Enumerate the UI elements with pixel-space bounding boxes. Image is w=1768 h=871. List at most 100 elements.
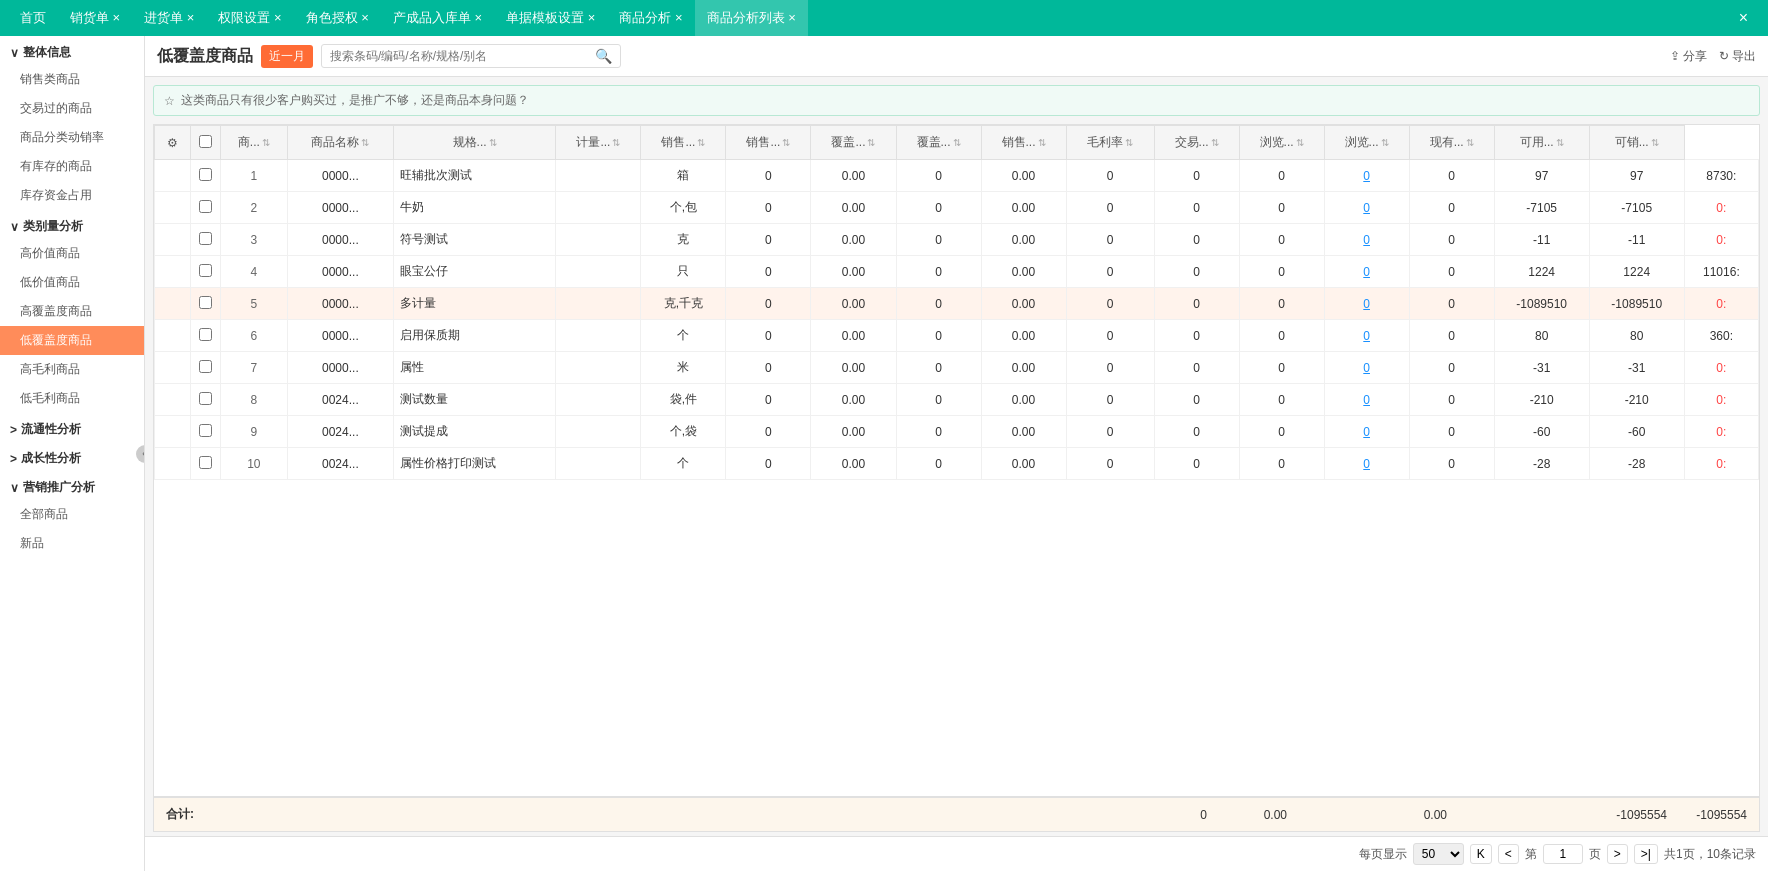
page-size-select[interactable]: 50100200: [1413, 843, 1464, 865]
col-sales-amt[interactable]: 销售...⇅: [726, 126, 811, 160]
nav-sales[interactable]: 销货单 ×: [58, 0, 132, 36]
col-settings[interactable]: ⚙: [155, 126, 191, 160]
row-view-cnt[interactable]: 0: [1324, 160, 1409, 192]
col-view-rate[interactable]: 浏览...⇅: [1324, 126, 1409, 160]
col-sales-days[interactable]: 销售...⇅: [981, 126, 1066, 160]
sidebar-group-marketing[interactable]: ∨ 营销推广分析: [0, 471, 144, 500]
row-cover-rate: 0.00: [981, 224, 1066, 256]
col-gross-rate[interactable]: 毛利率⇅: [1066, 126, 1154, 160]
col-unit[interactable]: 计量...⇅: [556, 126, 641, 160]
row-checkbox[interactable]: [199, 328, 212, 341]
row-sales-amt: 0.00: [811, 224, 896, 256]
col-checkbox[interactable]: [190, 126, 220, 160]
search-input[interactable]: [330, 49, 595, 63]
row-checkbox-cell[interactable]: [190, 320, 220, 352]
time-filter-button[interactable]: 近一月: [261, 45, 313, 68]
col-cover-num[interactable]: 覆盖...⇅: [811, 126, 896, 160]
row-checkbox-cell[interactable]: [190, 448, 220, 480]
col-name[interactable]: 商品名称⇅: [287, 126, 393, 160]
col-spec[interactable]: 规格...⇅: [393, 126, 556, 160]
row-view-cnt[interactable]: 0: [1324, 352, 1409, 384]
sidebar-group-category-analysis[interactable]: ∨ 类别量分析: [0, 210, 144, 239]
table-row: 4 0000... 眼宝公仔 只 0 0.00 0 0.00 0 0 0 0 0…: [155, 256, 1759, 288]
sidebar-item-inventory-products[interactable]: 有库存的商品: [0, 152, 144, 181]
row-unit: 个,袋: [641, 416, 726, 448]
row-view-cnt[interactable]: 0: [1324, 384, 1409, 416]
col-cover-rate[interactable]: 覆盖...⇅: [896, 126, 981, 160]
select-all-checkbox[interactable]: [199, 135, 212, 148]
sidebar-item-low-value[interactable]: 低价值商品: [0, 268, 144, 297]
row-name: 牛奶: [393, 192, 556, 224]
col-sales-qty[interactable]: 销售...⇅: [641, 126, 726, 160]
row-checkbox[interactable]: [199, 424, 212, 437]
sidebar-item-category-turnover[interactable]: 商品分类动销率: [0, 123, 144, 152]
first-page-button[interactable]: K: [1470, 844, 1492, 864]
table-body: 1 0000... 旺辅批次测试 箱 0 0.00 0 0.00 0 0 0 0…: [155, 160, 1759, 480]
row-checkbox-cell[interactable]: [190, 192, 220, 224]
row-checkbox-cell[interactable]: [190, 384, 220, 416]
row-checkbox[interactable]: [199, 392, 212, 405]
row-trade-cnt: 0: [1239, 256, 1324, 288]
nav-finished-goods[interactable]: 产成品入库单 ×: [381, 0, 494, 36]
sidebar-item-high-value[interactable]: 高价值商品: [0, 239, 144, 268]
nav-templates[interactable]: 单据模板设置 ×: [494, 0, 607, 36]
prev-page-button[interactable]: <: [1498, 844, 1519, 864]
col-avail-qty[interactable]: 可用...⇅: [1494, 126, 1589, 160]
sidebar-item-low-coverage[interactable]: 低覆盖度商品: [0, 326, 144, 355]
row-view-cnt[interactable]: 0: [1324, 192, 1409, 224]
row-checkbox[interactable]: [199, 200, 212, 213]
row-view-cnt[interactable]: 0: [1324, 448, 1409, 480]
row-checkbox-cell[interactable]: [190, 224, 220, 256]
sidebar-item-all-products[interactable]: 全部商品: [0, 500, 144, 529]
row-current-qty: 1224: [1494, 256, 1589, 288]
sidebar-item-high-margin[interactable]: 高毛利商品: [0, 355, 144, 384]
row-checkbox[interactable]: [199, 360, 212, 373]
row-checkbox[interactable]: [199, 232, 212, 245]
nav-purchase[interactable]: 进货单 ×: [132, 0, 206, 36]
nav-roles[interactable]: 角色授权 ×: [294, 0, 381, 36]
nav-product-analysis-list[interactable]: 商品分析列表 ×: [695, 0, 808, 36]
col-sellable[interactable]: 可销...⇅: [1589, 126, 1684, 160]
nav-product-analysis[interactable]: 商品分析 ×: [607, 0, 694, 36]
row-checkbox[interactable]: [199, 296, 212, 309]
export-button[interactable]: ↻ 导出: [1719, 48, 1756, 65]
close-window-button[interactable]: ×: [1727, 9, 1760, 27]
sidebar-item-inventory-funds[interactable]: 库存资金占用: [0, 181, 144, 210]
row-sales-qty: 0: [726, 288, 811, 320]
share-button[interactable]: ⇪ 分享: [1670, 48, 1707, 65]
row-checkbox[interactable]: [199, 168, 212, 181]
next-page-button[interactable]: >: [1607, 844, 1628, 864]
row-view-cnt[interactable]: 0: [1324, 256, 1409, 288]
sidebar-group-growth[interactable]: > 成长性分析: [0, 442, 144, 471]
row-checkbox-cell[interactable]: [190, 352, 220, 384]
sidebar-item-traded-products[interactable]: 交易过的商品: [0, 94, 144, 123]
nav-permissions[interactable]: 权限设置 ×: [206, 0, 293, 36]
row-avail-qty: -31: [1589, 352, 1684, 384]
sidebar-item-high-coverage[interactable]: 高覆盖度商品: [0, 297, 144, 326]
row-checkbox-cell[interactable]: [190, 288, 220, 320]
sidebar-item-new-products[interactable]: 新品: [0, 529, 144, 558]
row-checkbox-cell[interactable]: [190, 160, 220, 192]
sidebar-group-liquidity[interactable]: > 流通性分析: [0, 413, 144, 442]
row-checkbox[interactable]: [199, 264, 212, 277]
row-view-cnt[interactable]: 0: [1324, 320, 1409, 352]
last-page-button[interactable]: >|: [1634, 844, 1658, 864]
row-checkbox-cell[interactable]: [190, 256, 220, 288]
row-checkbox-cell[interactable]: [190, 416, 220, 448]
sidebar-item-low-margin[interactable]: 低毛利商品: [0, 384, 144, 413]
col-view-cnt[interactable]: 浏览...⇅: [1239, 126, 1324, 160]
settings-icon[interactable]: ⚙: [167, 136, 178, 150]
sidebar-item-sales-products[interactable]: 销售类商品: [0, 65, 144, 94]
row-unit: 克: [641, 224, 726, 256]
nav-home[interactable]: 首页: [8, 0, 58, 36]
row-checkbox[interactable]: [199, 456, 212, 469]
sidebar-group-overall[interactable]: ∨ 整体信息: [0, 36, 144, 65]
col-code[interactable]: 商...⇅: [220, 126, 287, 160]
col-trade-cnt[interactable]: 交易...⇅: [1154, 126, 1239, 160]
row-view-cnt[interactable]: 0: [1324, 416, 1409, 448]
row-view-cnt[interactable]: 0: [1324, 288, 1409, 320]
search-icon[interactable]: 🔍: [595, 48, 612, 64]
row-view-cnt[interactable]: 0: [1324, 224, 1409, 256]
page-number-input[interactable]: [1543, 844, 1583, 864]
col-current-qty[interactable]: 现有...⇅: [1409, 126, 1494, 160]
